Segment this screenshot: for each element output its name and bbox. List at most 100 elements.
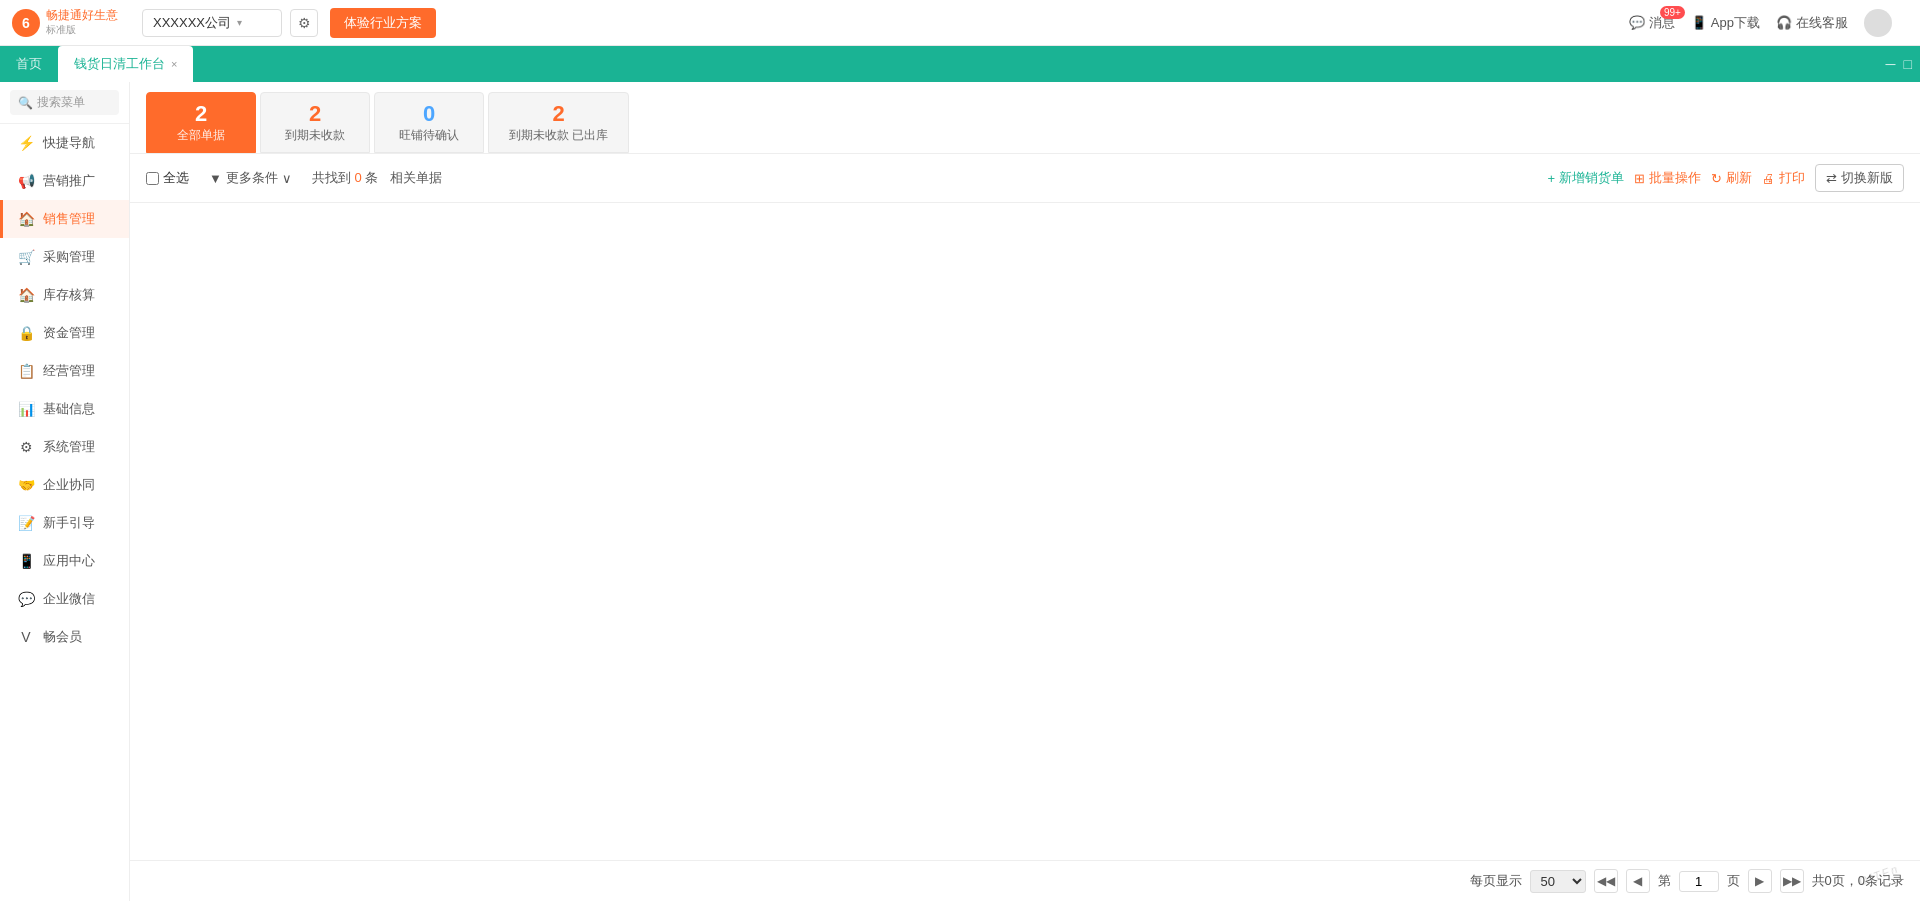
sidebar-item-operations[interactable]: 📋 经营管理 [0,352,129,390]
stat-tab-overdue[interactable]: 2 到期未收款 [260,92,370,153]
add-label: 新增销货单 [1559,169,1624,187]
batch-button[interactable]: ⊞ 批量操作 [1634,169,1701,187]
refresh-button[interactable]: ↻ 刷新 [1711,169,1752,187]
sidebar-item-inventory[interactable]: 🏠 库存核算 [0,276,129,314]
tab-home[interactable]: 首页 [0,46,58,82]
stat-tab-pending[interactable]: 0 旺铺待确认 [374,92,484,153]
sidebar-item-wechat[interactable]: 💬 企业微信 [0,580,129,618]
sidebar-item-label: 新手引导 [43,514,95,532]
sidebar-item-label: 销售管理 [43,210,95,228]
app-name: 畅捷通好生意 [46,8,118,24]
sidebar-item-app-center[interactable]: 📱 应用中心 [0,542,129,580]
wechat-icon: 💬 [17,591,35,607]
stats-row: 2 全部单据 2 到期未收款 0 旺铺待确认 2 到期未收款 已出库 [130,82,1920,154]
refresh-label: 刷新 [1726,169,1752,187]
logo-icon: 6 [12,9,40,37]
company-arrow-icon: ▾ [237,17,242,28]
nav-tabs-bar: 首页 钱货日清工作台 × ─ □ [0,46,1920,82]
sidebar-search-button[interactable]: 🔍 搜索菜单 [10,90,119,115]
stat-tab-shipped[interactable]: 2 到期未收款 已出库 [488,92,629,153]
messages-button[interactable]: 💬 消息 99+ [1629,14,1675,32]
filter-label: 更多条件 [226,169,278,187]
sidebar-item-capital[interactable]: 🔒 资金管理 [0,314,129,352]
sidebar-item-cooperation[interactable]: 🤝 企业协同 [0,466,129,504]
messages-badge: 99+ [1660,6,1685,19]
service-icon: 🎧 [1776,15,1792,30]
found-unit: 条 [365,170,378,185]
print-button[interactable]: 🖨 打印 [1762,169,1805,187]
online-service-label: 在线客服 [1796,14,1848,32]
cooperation-icon: 🤝 [17,477,35,493]
capital-icon: 🔒 [17,325,35,341]
sidebar-item-system[interactable]: ⚙ 系统管理 [0,428,129,466]
system-icon: ⚙ [17,439,35,455]
top-header: 6 畅捷通好生意 标准版 XXXXXX公司 ▾ ⚙ 体验行业方案 💬 消息 99… [0,0,1920,46]
switch-label: 切换新版 [1841,169,1893,187]
sidebar-item-label: 企业微信 [43,590,95,608]
sidebar-item-label: 应用中心 [43,552,95,570]
company-selector[interactable]: XXXXXX公司 ▾ [142,9,282,37]
stat-num-shipped: 2 [509,101,608,127]
basic-info-icon: 📊 [17,401,35,417]
app-center-icon: 📱 [17,553,35,569]
stat-label-overdue: 到期未收款 [281,127,349,144]
switch-button[interactable]: ⇄ 切换新版 [1815,164,1904,192]
inventory-icon: 🏠 [17,287,35,303]
minimize-icon[interactable]: ─ [1886,56,1896,72]
sidebar-search-area: 🔍 搜索菜单 [0,82,129,124]
stat-num-pending: 0 [395,101,463,127]
message-icon: 💬 [1629,15,1645,30]
settings-button[interactable]: ⚙ [290,9,318,37]
per-page-label: 每页显示 [1470,872,1522,890]
trial-button[interactable]: 体验行业方案 [330,8,436,38]
main-layout: 🔍 搜索菜单 ⚡ 快捷导航 📢 营销推广 🏠 销售管理 🛒 采购管理 🏠 库存核… [0,82,1920,901]
header-right: 💬 消息 99+ 📱 App下载 🎧 在线客服 [1629,9,1908,37]
app-download-button[interactable]: 📱 App下载 [1691,14,1760,32]
sidebar-item-guide[interactable]: 📝 新手引导 [0,504,129,542]
page-label-unit: 页 [1727,872,1740,890]
app-version: 标准版 [46,23,118,37]
select-all-checkbox[interactable]: 全选 [146,169,189,187]
first-page-button[interactable]: ◀◀ [1594,869,1618,893]
total-info: 共0页，0条记录 [1812,872,1904,890]
tab-close-icon[interactable]: × [171,58,177,70]
filter-button[interactable]: ▼ 更多条件 ∨ [201,165,300,191]
sidebar-item-marketing[interactable]: 📢 营销推广 [0,162,129,200]
prev-page-button[interactable]: ◀ [1626,869,1650,893]
online-service-button[interactable]: 🎧 在线客服 [1776,14,1848,32]
stat-tab-all[interactable]: 2 全部单据 [146,92,256,153]
stat-label-all: 全部单据 [167,127,235,144]
nav-tabs-right: ─ □ [1886,56,1920,72]
add-button[interactable]: + 新增销货单 [1547,169,1624,187]
print-icon: 🖨 [1762,171,1775,186]
sidebar-item-label: 快捷导航 [43,134,95,152]
sidebar-item-label: 库存核算 [43,286,95,304]
found-count: 0 [355,170,362,185]
next-page-button[interactable]: ▶ [1748,869,1772,893]
sidebar-item-sales[interactable]: 🏠 销售管理 [0,200,129,238]
print-label: 打印 [1779,169,1805,187]
stat-num-overdue: 2 [281,101,349,127]
sidebar-item-label: 资金管理 [43,324,95,342]
sidebar-item-basic-info[interactable]: 📊 基础信息 [0,390,129,428]
sidebar-item-label: 畅会员 [43,628,82,646]
per-page-select[interactable]: 20 50 100 [1530,870,1586,893]
batch-label: 批量操作 [1649,169,1701,187]
page-input[interactable] [1679,871,1719,892]
sidebar-item-member[interactable]: V 畅会员 [0,618,129,656]
download-icon: 📱 [1691,15,1707,30]
maximize-icon[interactable]: □ [1904,56,1912,72]
last-page-button[interactable]: ▶▶ [1780,869,1804,893]
select-all-label: 全选 [163,169,189,187]
logo-text-area: 畅捷通好生意 标准版 [46,8,118,38]
avatar[interactable] [1864,9,1892,37]
select-all-input[interactable] [146,172,159,185]
sidebar-item-quick-nav[interactable]: ⚡ 快捷导航 [0,124,129,162]
tab-active[interactable]: 钱货日清工作台 × [58,46,193,82]
add-icon: + [1547,171,1555,186]
app-download-label: App下载 [1711,14,1760,32]
sidebar-item-label: 基础信息 [43,400,95,418]
sidebar-item-purchase[interactable]: 🛒 采购管理 [0,238,129,276]
guide-icon: 📝 [17,515,35,531]
search-icon: 🔍 [18,96,33,110]
